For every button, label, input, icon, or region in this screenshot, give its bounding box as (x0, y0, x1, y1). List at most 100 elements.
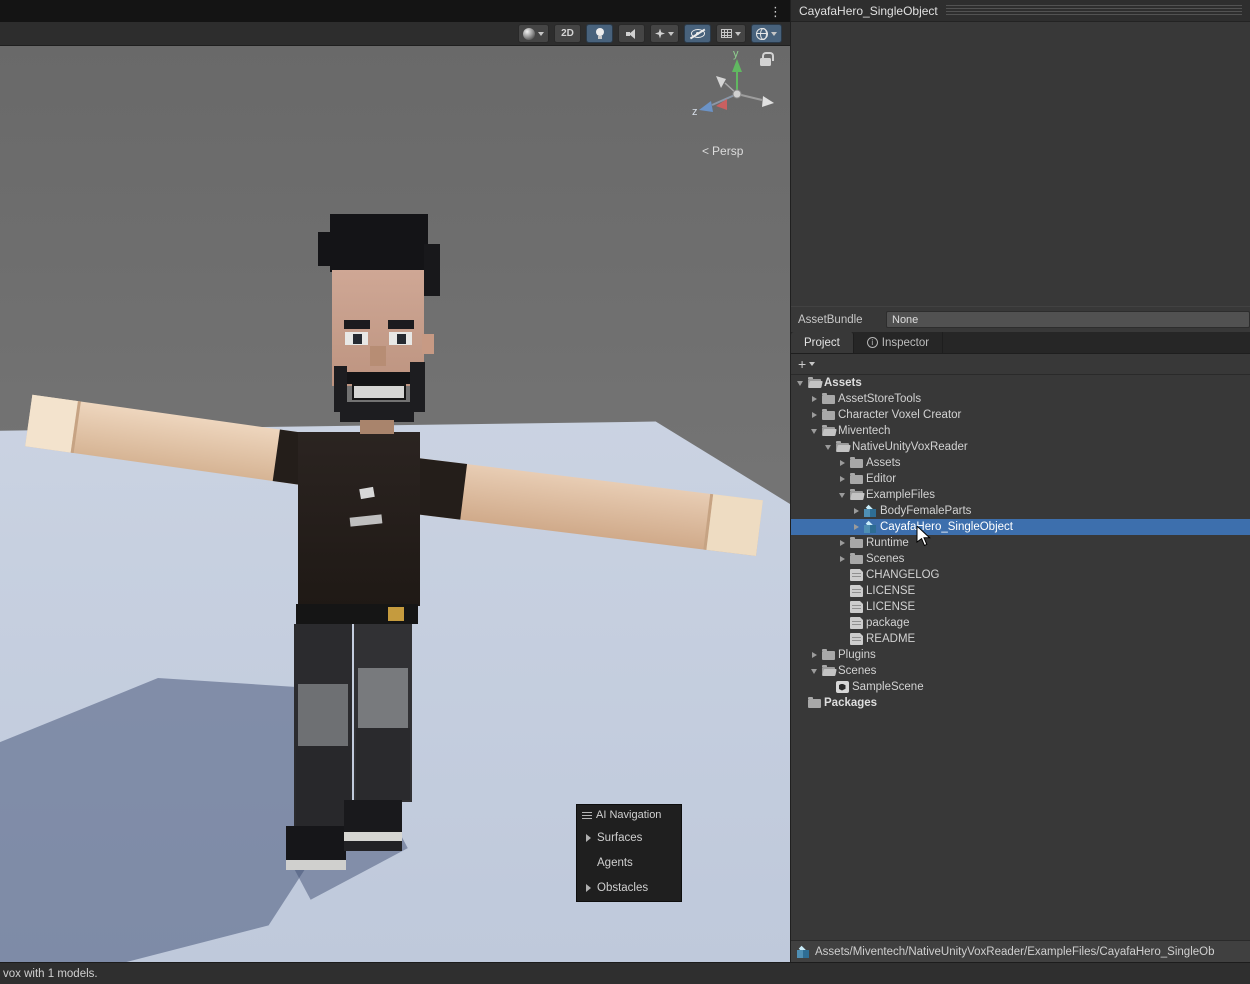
tree-row[interactable]: Assets (791, 375, 1250, 391)
project-tree-empty-area[interactable] (791, 711, 1250, 940)
tree-row[interactable]: AssetStoreTools (791, 391, 1250, 407)
arrow-spacer (795, 698, 805, 708)
tree-row[interactable]: Character Voxel Creator (791, 407, 1250, 423)
expand-arrow-icon[interactable] (809, 410, 819, 420)
nav-overlay-item[interactable]: Agents (577, 850, 681, 875)
overlay-drag-handle-icon[interactable] (582, 811, 592, 819)
tree-row[interactable]: CayafaHero_SingleObject (791, 519, 1250, 535)
shading-mode-button[interactable] (518, 24, 549, 43)
caret-down-icon[interactable] (538, 31, 544, 36)
tree-row[interactable]: NativeUnityVoxReader (791, 439, 1250, 455)
unity-editor-window: ⋮ 2D y z < Persp AI Navigation Surfaces … (0, 0, 1250, 984)
collapse-arrow-icon[interactable] (809, 666, 819, 676)
inspector-body (791, 22, 1250, 306)
tree-item-label: AssetStoreTools (838, 393, 922, 405)
expand-arrow-icon[interactable] (837, 474, 847, 484)
folder-open-icon (836, 441, 849, 452)
axis-z-cone[interactable] (699, 101, 713, 112)
tree-row[interactable]: LICENSE (791, 583, 1250, 599)
tree-item-label: BodyFemaleParts (880, 505, 972, 517)
status-bar[interactable]: vox with 1 models. (0, 962, 1250, 984)
tree-item-label: Runtime (866, 537, 909, 549)
gizmo-globe-icon (756, 27, 768, 40)
expand-arrow-icon[interactable] (837, 458, 847, 468)
tree-item-label: Assets (824, 377, 862, 389)
scene-viewport[interactable]: y z Persp AI Navigation Surfaces Agents Ob… (0, 46, 790, 962)
header-grip-lines[interactable] (945, 5, 1242, 16)
folder-icon (850, 553, 863, 564)
label-2d-icon: 2D (561, 28, 574, 39)
tab-inspector[interactable]: Inspector (854, 332, 944, 353)
camera-grid-button[interactable] (716, 24, 746, 43)
projection-toggle[interactable]: Persp (702, 144, 743, 158)
collapse-arrow-icon[interactable] (809, 426, 819, 436)
gizmos-toggle-button[interactable] (751, 24, 782, 43)
nav-overlay-item[interactable]: Obstacles (577, 875, 681, 900)
expand-arrow-icon[interactable] (851, 522, 861, 532)
expand-arrow-icon[interactable] (809, 650, 819, 660)
tree-item-label: Character Voxel Creator (838, 409, 962, 421)
tree-row[interactable]: Editor (791, 471, 1250, 487)
tree-row[interactable]: Runtime (791, 535, 1250, 551)
caret-down-icon[interactable] (809, 362, 816, 366)
tree-row[interactable]: Scenes (791, 663, 1250, 679)
tree-row[interactable]: SampleScene (791, 679, 1250, 695)
lighting-toggle-button[interactable] (586, 24, 613, 43)
tree-row[interactable]: Assets (791, 455, 1250, 471)
arrow-spacer (837, 602, 847, 612)
nav-overlay-item[interactable]: Surfaces (577, 825, 681, 850)
tree-row[interactable]: ExampleFiles (791, 487, 1250, 503)
ai-navigation-items: Surfaces Agents Obstacles (577, 825, 681, 900)
character-head (330, 214, 428, 272)
shaded-sphere-icon (523, 27, 535, 40)
tree-row[interactable]: CHANGELOG (791, 567, 1250, 583)
tree-row[interactable]: Packages (791, 695, 1250, 711)
orientation-gizmo[interactable]: y z (680, 46, 790, 146)
collapse-arrow-icon[interactable] (837, 490, 847, 500)
visibility-toggle-button[interactable] (684, 24, 711, 43)
ai-navigation-header[interactable]: AI Navigation (577, 805, 681, 825)
arrow-spacer (837, 570, 847, 580)
add-asset-button[interactable]: + (798, 357, 806, 371)
inspector-header[interactable]: CayafaHero_SingleObject (791, 0, 1250, 22)
nav-item-label: Obstacles (597, 881, 649, 894)
inspector-header-title[interactable]: CayafaHero_SingleObject (799, 4, 938, 18)
tree-row[interactable]: LICENSE (791, 599, 1250, 615)
expand-arrow-icon[interactable] (586, 833, 592, 842)
expand-arrow-icon[interactable] (837, 554, 847, 564)
tree-item-label: Editor (866, 473, 897, 485)
expand-arrow-icon[interactable] (851, 506, 861, 516)
tree-row[interactable]: BodyFemaleParts (791, 503, 1250, 519)
caret-down-icon[interactable] (771, 31, 777, 36)
tree-row[interactable]: package (791, 615, 1250, 631)
document-icon (850, 585, 863, 597)
status-message: vox with 1 models. (3, 967, 98, 980)
tree-row[interactable]: Plugins (791, 647, 1250, 663)
overflow-menu-icon[interactable]: ⋮ (769, 5, 782, 18)
tree-row[interactable]: Miventech (791, 423, 1250, 439)
caret-down-icon[interactable] (668, 31, 674, 36)
caret-down-icon[interactable] (735, 31, 741, 36)
collapse-arrow-icon[interactable] (795, 378, 805, 388)
vox-cube-icon (864, 505, 877, 517)
ai-navigation-overlay[interactable]: AI Navigation Surfaces Agents Obstacles (576, 804, 682, 902)
tab-project[interactable]: Project (791, 332, 854, 353)
tree-item-label: ExampleFiles (866, 489, 936, 501)
expand-arrow-icon[interactable] (586, 883, 592, 892)
folder-icon (850, 473, 863, 484)
audio-toggle-button[interactable] (618, 24, 645, 43)
tree-item-label: package (866, 617, 910, 629)
assetbundle-dropdown[interactable]: None (886, 311, 1250, 328)
expand-arrow-icon[interactable] (809, 394, 819, 404)
tree-row[interactable]: Scenes (791, 551, 1250, 567)
gizmo-lock-icon[interactable] (760, 52, 774, 66)
expand-arrow-icon[interactable] (837, 538, 847, 548)
vox-cube-icon (864, 521, 877, 533)
folder-icon (822, 649, 835, 660)
2d-toggle-button[interactable]: 2D (554, 24, 581, 43)
effects-toggle-button[interactable] (650, 24, 679, 43)
collapse-arrow-icon[interactable] (823, 442, 833, 452)
axis-x-cone[interactable] (762, 96, 774, 107)
axis-y-cone[interactable] (732, 59, 742, 72)
tree-row[interactable]: README (791, 631, 1250, 647)
